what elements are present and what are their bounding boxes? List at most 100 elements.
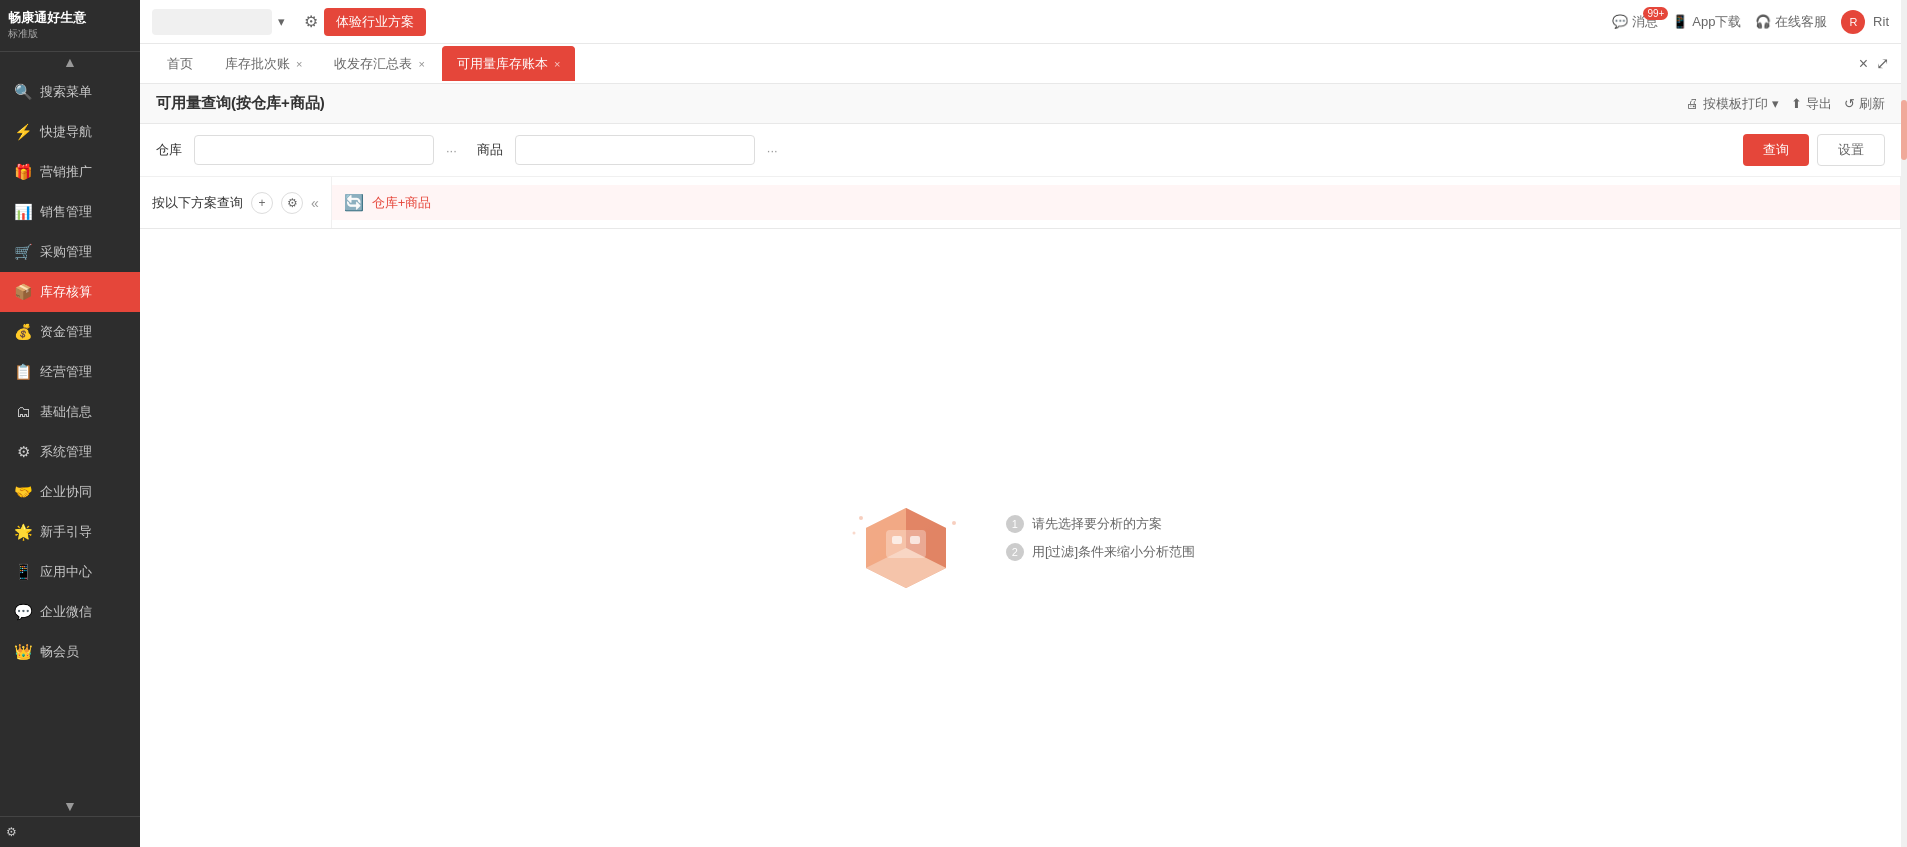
expand-button[interactable]: ⤢ — [1876, 54, 1889, 73]
query-buttons: 查询 设置 — [1743, 134, 1885, 166]
sidebar-item-label: 企业协同 — [40, 483, 92, 501]
online-service-button[interactable]: 🎧 在线客服 — [1755, 13, 1827, 31]
print-button[interactable]: 🖨 按模板打印 ▾ — [1686, 95, 1779, 113]
tab-home[interactable]: 首页 — [152, 46, 208, 81]
operation-icon: 📋 — [14, 363, 32, 381]
tab-receive-summary[interactable]: 收发存汇总表 × — [319, 46, 439, 81]
refresh-button[interactable]: ↺ 刷新 — [1844, 95, 1885, 113]
sidebar-item-inventory[interactable]: 📦 库存核算 — [0, 272, 140, 312]
sidebar-item-finance[interactable]: 💰 资金管理 — [0, 312, 140, 352]
tab-available-ledger[interactable]: 可用量库存账本 × — [442, 46, 575, 81]
sidebar-bottom-settings[interactable]: ⚙ — [0, 816, 140, 847]
page-header: 可用量查询(按仓库+商品) 🖨 按模板打印 ▾ ⬆ 导出 ↺ 刷新 — [140, 84, 1901, 124]
export-button[interactable]: ⬆ 导出 — [1791, 95, 1832, 113]
tab-label: 可用量库存账本 — [457, 55, 548, 73]
app-download-button[interactable]: 📱 App下载 — [1672, 13, 1741, 31]
sidebar-item-enterprise-wx[interactable]: 💬 企业微信 — [0, 592, 140, 632]
guide-icon: 🌟 — [14, 523, 32, 541]
basic-icon: 🗂 — [14, 403, 32, 420]
sidebar-item-member[interactable]: 👑 畅会员 — [0, 632, 140, 672]
sidebar-item-label: 系统管理 — [40, 443, 92, 461]
sidebar-item-label: 资金管理 — [40, 323, 92, 341]
scheme-item-label: 仓库+商品 — [372, 194, 432, 212]
sidebar-item-marketing[interactable]: 🎁 营销推广 — [0, 152, 140, 192]
tip-text-2: 用[过滤]条件来缩小分析范围 — [1032, 543, 1195, 561]
scroll-handle[interactable] — [1901, 100, 1907, 160]
enterprise-icon: 🤝 — [14, 483, 32, 501]
refresh-icon: ↺ — [1844, 96, 1855, 111]
tab-close-icon[interactable]: × — [296, 58, 302, 70]
close-all-tabs-button[interactable]: × — [1859, 54, 1868, 73]
sidebar-scroll-up[interactable]: ▲ — [0, 52, 140, 72]
sidebar-item-operation[interactable]: 📋 经营管理 — [0, 352, 140, 392]
sidebar-item-enterprise[interactable]: 🤝 企业协同 — [0, 472, 140, 512]
gear-icon[interactable]: ⚙ — [304, 12, 318, 31]
brand-subtitle: 标准版 — [8, 27, 132, 41]
sidebar-scroll-down[interactable]: ▼ — [0, 796, 140, 816]
tab-batch-account[interactable]: 库存批次账 × — [210, 46, 317, 81]
sidebar-item-basic[interactable]: 🗂 基础信息 — [0, 392, 140, 432]
app-icon: 📱 — [1672, 14, 1688, 29]
sidebar-item-sales[interactable]: 📊 销售管理 — [0, 192, 140, 232]
tip-number-2: 2 — [1006, 543, 1024, 561]
goods-more-button[interactable]: ··· — [763, 143, 782, 158]
sidebar-item-app-center[interactable]: 📱 应用中心 — [0, 552, 140, 592]
export-label: 导出 — [1806, 95, 1832, 113]
sidebar-item-label: 库存核算 — [40, 283, 92, 301]
setting-button[interactable]: 设置 — [1817, 134, 1885, 166]
sidebar-nav: 🔍 搜索菜单 ⚡ 快捷导航 🎁 营销推广 📊 销售管理 🛒 采购管理 📦 — [0, 72, 140, 796]
print-icon: 🖨 — [1686, 96, 1699, 111]
scheme-item-warehouse-goods[interactable]: 🔄 仓库+商品 — [332, 185, 1900, 220]
query-button[interactable]: 查询 — [1743, 134, 1809, 166]
top-bar-search-input[interactable] — [152, 9, 272, 35]
tab-label: 库存批次账 — [225, 55, 290, 73]
empty-tip-1: 1 请先选择要分析的方案 — [1006, 515, 1195, 533]
dropdown-arrow-icon[interactable]: ▾ — [278, 14, 298, 29]
empty-illustration — [846, 488, 966, 588]
goods-input[interactable] — [515, 135, 755, 165]
page-header-actions: 🖨 按模板打印 ▾ ⬆ 导出 ↺ 刷新 — [1686, 95, 1885, 113]
warehouse-input[interactable] — [194, 135, 434, 165]
svg-point-9 — [952, 521, 956, 525]
user-menu[interactable]: R Rit — [1841, 10, 1889, 34]
tip-text-1: 请先选择要分析的方案 — [1032, 515, 1162, 533]
sidebar-item-guide[interactable]: 🌟 新手引导 — [0, 512, 140, 552]
sidebar-item-label: 采购管理 — [40, 243, 92, 261]
tab-close-icon[interactable]: × — [554, 58, 560, 70]
sidebar-item-label: 畅会员 — [40, 643, 79, 661]
scheme-setting-button[interactable]: ⚙ — [281, 192, 303, 214]
sidebar: 畅康通好生意 标准版 ▲ 🔍 搜索菜单 ⚡ 快捷导航 🎁 营销推广 📊 销售管理 — [0, 0, 140, 847]
scheme-header: 按以下方案查询 + ⚙ « — [140, 177, 332, 228]
warehouse-field-group: 仓库 ··· — [156, 135, 461, 165]
tip-number-1: 1 — [1006, 515, 1024, 533]
query-fields-row: 仓库 ··· 商品 ··· 查询 设置 — [140, 124, 1901, 177]
empty-state: 1 请先选择要分析的方案 2 用[过滤]条件来缩小分析范围 — [140, 229, 1901, 847]
tab-actions: × ⤢ — [1859, 54, 1889, 73]
right-scrollbar[interactable] — [1901, 0, 1907, 847]
svg-point-7 — [859, 516, 863, 520]
sidebar-item-purchase[interactable]: 🛒 采购管理 — [0, 232, 140, 272]
tab-bar: 首页 库存批次账 × 收发存汇总表 × 可用量库存账本 × × ⤢ — [140, 44, 1901, 84]
print-dropdown-icon: ▾ — [1772, 96, 1779, 111]
goods-field-group: 商品 ··· — [477, 135, 782, 165]
sidebar-item-search[interactable]: 🔍 搜索菜单 — [0, 72, 140, 112]
collapse-icon[interactable]: « — [311, 195, 319, 211]
sidebar-item-system[interactable]: ⚙ 系统管理 — [0, 432, 140, 472]
sidebar-item-label: 基础信息 — [40, 403, 92, 421]
message-count-badge: 99+ — [1643, 7, 1668, 20]
inventory-icon: 📦 — [14, 283, 32, 301]
svg-rect-5 — [892, 536, 902, 544]
query-area: 仓库 ··· 商品 ··· 查询 设置 按以下方案查询 + — [140, 124, 1901, 229]
page-title: 可用量查询(按仓库+商品) — [156, 94, 325, 113]
message-button[interactable]: 💬 消息 99+ — [1612, 13, 1658, 31]
experience-button[interactable]: 体验行业方案 — [324, 8, 426, 36]
sidebar-item-quick-nav[interactable]: ⚡ 快捷导航 — [0, 112, 140, 152]
svg-rect-4 — [886, 530, 926, 558]
service-label: 在线客服 — [1775, 13, 1827, 31]
add-scheme-button[interactable]: + — [251, 192, 273, 214]
warehouse-more-button[interactable]: ··· — [442, 143, 461, 158]
tab-close-icon[interactable]: × — [418, 58, 424, 70]
export-icon: ⬆ — [1791, 96, 1802, 111]
print-label: 按模板打印 — [1703, 95, 1768, 113]
system-icon: ⚙ — [14, 443, 32, 461]
